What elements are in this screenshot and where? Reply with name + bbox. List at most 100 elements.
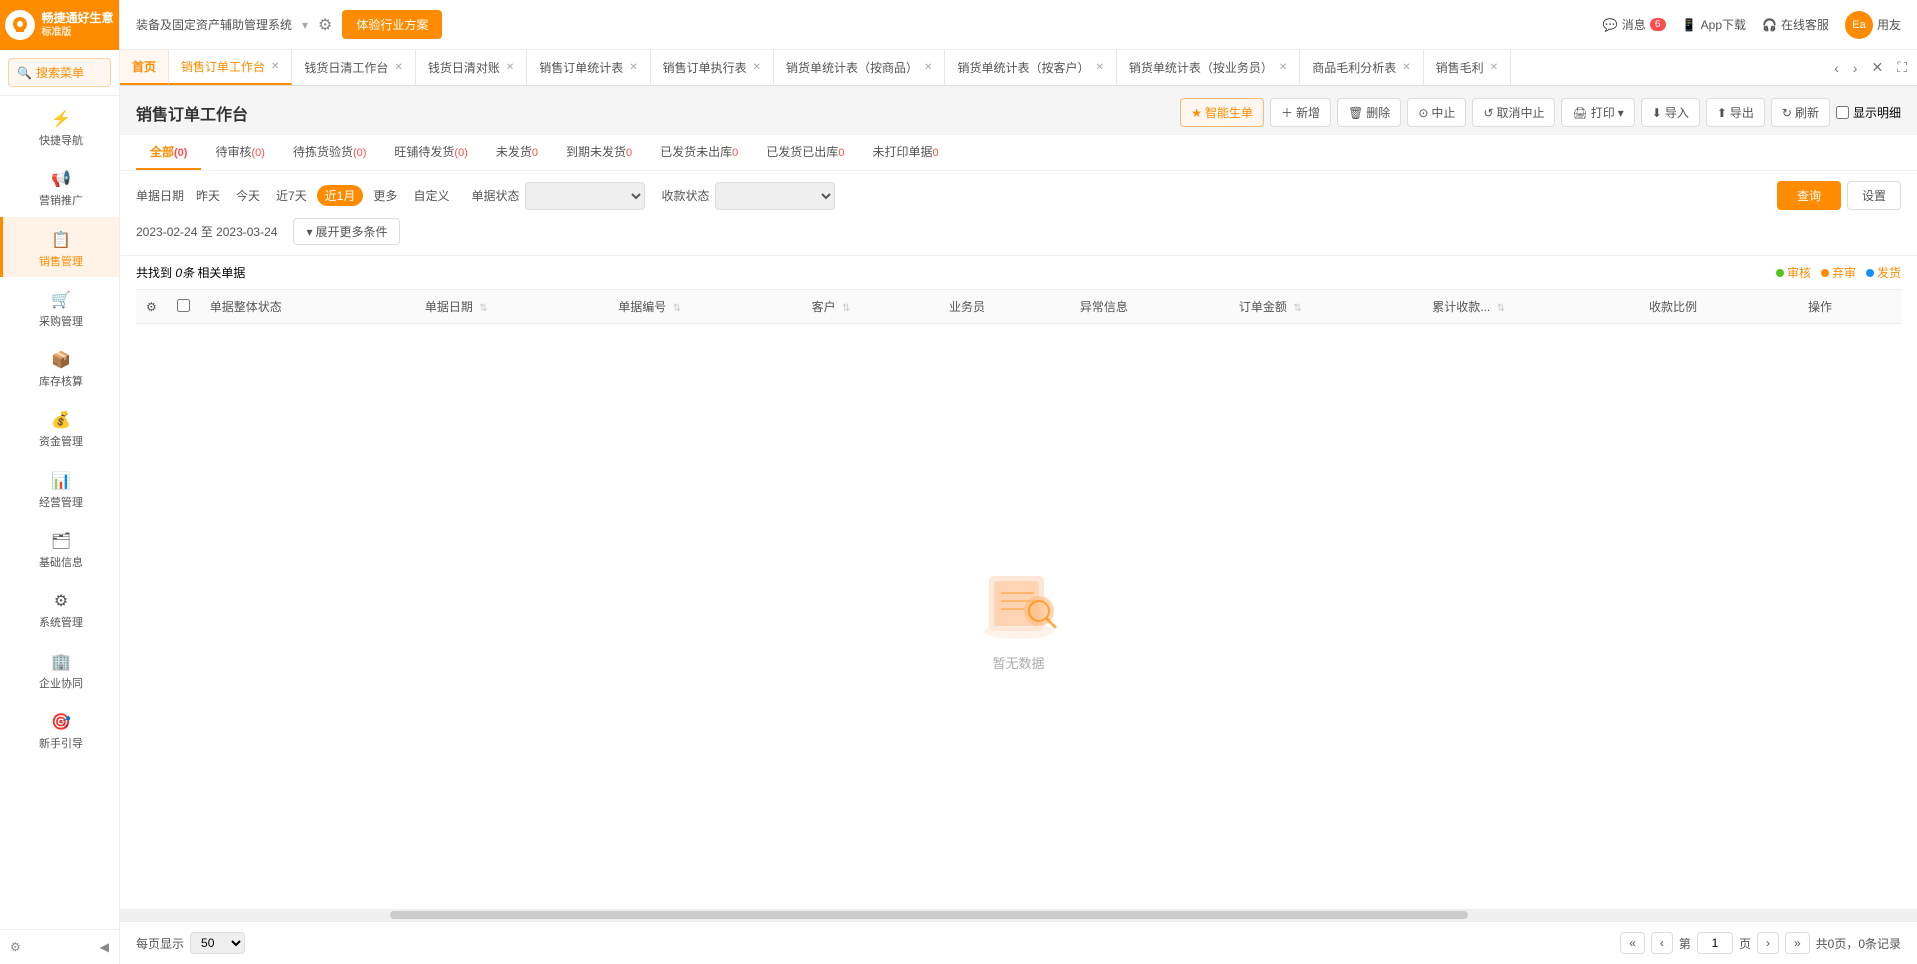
sidebar-item-enterprise[interactable]: 🏢 企业协同 — [0, 639, 119, 699]
date-quick-custom[interactable]: 自定义 — [407, 185, 455, 206]
sidebar-item-quick-nav[interactable]: ⚡ 快捷导航 — [0, 96, 119, 156]
sidebar-item-operations[interactable]: 📊 经营管理 — [0, 458, 119, 518]
status-select[interactable] — [525, 182, 645, 210]
filter-tab-shipped-out[interactable]: 已发货已出库0 — [752, 135, 858, 170]
tab-close-sales-order[interactable]: ✕ — [271, 61, 279, 72]
col-date[interactable]: 单据日期 ⇅ — [415, 290, 608, 324]
filter-tab-wangpu-ship[interactable]: 旺铺待发货(0) — [380, 135, 481, 170]
payment-select[interactable] — [715, 182, 835, 210]
tab-cash-reconcile[interactable]: 钱货日清对账 ✕ — [416, 50, 527, 85]
stop-btn[interactable]: ⊙ 中止 — [1407, 98, 1466, 127]
sidebar-item-system[interactable]: ⚙ 系统管理 — [0, 578, 119, 638]
filter-tab-not-printed[interactable]: 未打印单据0 — [858, 135, 952, 170]
online-service-action[interactable]: 🎧 在线客服 — [1762, 16, 1829, 33]
tab-close-customer[interactable]: ✕ — [1095, 62, 1103, 73]
date-quick-yesterday[interactable]: 昨天 — [190, 185, 226, 206]
col-number[interactable]: 单据编号 ⇅ — [608, 290, 801, 324]
sidebar-item-finance[interactable]: 💰 资金管理 — [0, 397, 119, 457]
filter-tab-expired[interactable]: 到期未发货0 — [552, 135, 646, 170]
show-detail-label[interactable]: 显示明细 — [1836, 104, 1901, 121]
query-btn[interactable]: 查询 — [1777, 181, 1841, 210]
tab-close-staff[interactable]: ✕ — [1279, 62, 1287, 73]
tab-close-stats[interactable]: ✕ — [629, 62, 637, 73]
tab-sales-order-exec[interactable]: 销售订单执行表 ✕ — [651, 50, 774, 85]
search-menu-button[interactable]: 🔍 搜索菜单 — [8, 58, 111, 87]
tab-sales-order-stats[interactable]: 销售订单统计表 ✕ — [527, 50, 650, 85]
ship-action-btn[interactable]: 发货 — [1866, 264, 1901, 281]
col-collected[interactable]: 累计收款... ⇅ — [1422, 290, 1639, 324]
app-download-action[interactable]: 📱 App下载 — [1682, 16, 1746, 33]
sidebar-collapse-icon[interactable]: ◀ — [100, 940, 109, 954]
sidebar-item-purchase[interactable]: 🛒 采购管理 — [0, 277, 119, 337]
last-page-btn[interactable]: » — [1785, 932, 1810, 954]
tab-close-profit[interactable]: ✕ — [1490, 62, 1498, 73]
date-quick-today[interactable]: 今天 — [230, 185, 266, 206]
next-page-btn[interactable]: › — [1757, 932, 1779, 954]
date-quick-7days[interactable]: 近7天 — [270, 185, 313, 206]
content-area: 销售订单工作台 ★ 智能生单 ＋ 新增 🗑 删除 ⊙ 中止 — [120, 86, 1917, 964]
sidebar-item-inventory[interactable]: 📦 库存核算 — [0, 337, 119, 397]
page-size-select[interactable]: 50 20 100 — [190, 932, 245, 954]
message-action[interactable]: 💬 消息 6 — [1603, 16, 1666, 33]
tab-gross-margin[interactable]: 商品毛利分析表 ✕ — [1300, 50, 1423, 85]
sidebar-item-marketing[interactable]: 📢 营销推广 — [0, 156, 119, 216]
sidebar-settings-icon[interactable]: ⚙ — [10, 940, 21, 954]
tab-maximize[interactable]: ⛶ — [1891, 55, 1913, 80]
tab-cash-daily[interactable]: 钱货日清工作台 ✕ — [292, 50, 415, 85]
date-quick-1month[interactable]: 近1月 — [317, 185, 364, 206]
set-btn[interactable]: 设置 — [1847, 181, 1901, 210]
tab-stats-staff[interactable]: 销货单统计表（按业务员） ✕ — [1117, 50, 1300, 85]
filter-tab-not-shipped[interactable]: 未发货0 — [482, 135, 552, 170]
tab-stats-product[interactable]: 销货单统计表（按商品） ✕ — [774, 50, 945, 85]
sidebar-item-basic-info[interactable]: 🗂 基础信息 — [0, 518, 119, 578]
filter-tab-shipped-not-out[interactable]: 已发货未出库0 — [646, 135, 752, 170]
user-action[interactable]: Ea 用友 — [1845, 11, 1901, 39]
prev-page-btn[interactable]: ‹ — [1651, 932, 1673, 954]
header-settings-icon[interactable]: ⚙ — [318, 15, 332, 35]
print-dropdown-arrow[interactable]: ▾ — [1618, 106, 1624, 120]
header-dropdown-arrow[interactable]: ▾ — [302, 18, 308, 32]
sidebar-item-guide[interactable]: 🎯 新手引导 — [0, 699, 119, 759]
show-detail-checkbox[interactable] — [1836, 106, 1849, 119]
tab-sales-profit[interactable]: 销售毛利 ✕ — [1424, 50, 1511, 85]
filter-tab-pending-review[interactable]: 待审核(0) — [201, 135, 278, 170]
filter-tab-pending-inspect[interactable]: 待拣货验货(0) — [279, 135, 380, 170]
col-amount[interactable]: 订单金额 ⇅ — [1229, 290, 1422, 324]
cancel-review-action-btn[interactable]: 弃审 — [1821, 264, 1856, 281]
page-input[interactable] — [1697, 932, 1733, 954]
review-action-btn[interactable]: 审核 — [1776, 264, 1811, 281]
smart-create-btn[interactable]: ★ 智能生单 — [1180, 98, 1264, 127]
sidebar-item-sales[interactable]: 📋 销售管理 — [0, 217, 119, 277]
filter-tab-all[interactable]: 全部(0) — [136, 135, 201, 170]
industry-btn[interactable]: 体验行业方案 — [342, 10, 442, 39]
sidebar-nav: ⚡ 快捷导航 📢 营销推广 📋 销售管理 🛒 采购管理 📦 库存核算 💰 资金管… — [0, 96, 119, 929]
export-btn[interactable]: ⬆ 导出 — [1706, 98, 1765, 127]
tab-close-exec[interactable]: ✕ — [753, 62, 761, 73]
tab-scroll-left[interactable]: ‹ — [1828, 56, 1845, 80]
tab-close-product[interactable]: ✕ — [924, 62, 932, 73]
tab-sales-order-workbench[interactable]: 销售订单工作台 ✕ — [169, 50, 292, 85]
horizontal-scrollbar[interactable] — [120, 909, 1917, 921]
col-staff[interactable]: 业务员 — [939, 290, 1070, 324]
refresh-btn[interactable]: ↻ 刷新 — [1771, 98, 1830, 127]
print-btn[interactable]: 🖨 打印 ▾ — [1561, 98, 1634, 127]
col-settings[interactable]: ⚙ — [136, 290, 167, 324]
scrollbar-thumb[interactable] — [390, 911, 1468, 919]
tab-stats-customer[interactable]: 销货单统计表（按客户） ✕ — [945, 50, 1116, 85]
tab-close-gross[interactable]: ✕ — [1402, 62, 1410, 73]
import-btn[interactable]: ⬇ 导入 — [1641, 98, 1700, 127]
col-customer[interactable]: 客户 ⇅ — [802, 290, 939, 324]
date-quick-more[interactable]: 更多 — [367, 185, 403, 206]
cancel-stop-btn[interactable]: ↺ 取消中止 — [1472, 98, 1555, 127]
expand-conditions-btn[interactable]: ▾ 展开更多条件 — [293, 218, 400, 245]
tab-close-all[interactable]: ✕ — [1865, 55, 1889, 80]
delete-btn[interactable]: 🗑 删除 — [1337, 98, 1401, 127]
select-all-checkbox[interactable] — [177, 299, 190, 312]
tab-scroll-right[interactable]: › — [1847, 56, 1864, 80]
tab-close-cash-daily[interactable]: ✕ — [394, 62, 402, 73]
message-icon: 💬 — [1603, 18, 1618, 32]
tab-home[interactable]: 首页 — [120, 50, 169, 85]
new-btn[interactable]: ＋ 新增 — [1270, 98, 1331, 127]
tab-close-cash-reconcile[interactable]: ✕ — [506, 62, 514, 73]
first-page-btn[interactable]: « — [1620, 932, 1645, 954]
